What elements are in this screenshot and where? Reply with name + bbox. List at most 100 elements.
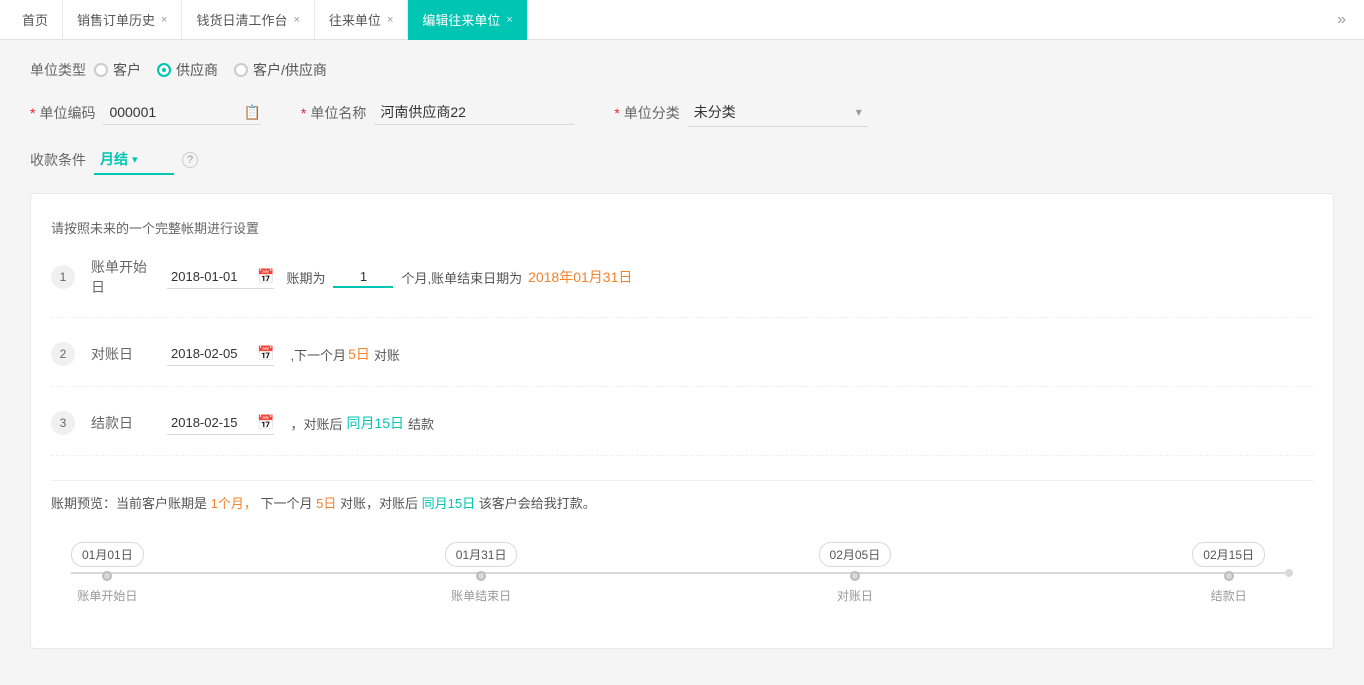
tab-edit-partner[interactable]: 编辑往来单位 × bbox=[408, 0, 527, 40]
period-row-3: 3 结款日 📅 ，对账后 同月15日 结款 bbox=[51, 411, 1313, 456]
timeline-node-1-date: 01月01日 bbox=[71, 542, 144, 567]
unit-code-input[interactable]: 000001 bbox=[103, 100, 243, 124]
tabs-expand-button[interactable]: » bbox=[1327, 11, 1356, 29]
preview-part3-prefix: 对账，对账后 bbox=[340, 496, 418, 511]
payment-terms-select[interactable]: 月结 ▾ bbox=[94, 145, 174, 175]
period-reconcile-highlight: 5日 bbox=[348, 344, 370, 364]
tab-edit-partner-label: 编辑往来单位 bbox=[422, 10, 500, 29]
tab-home[interactable]: 首页 bbox=[8, 0, 63, 40]
timeline-node-1-dot bbox=[102, 571, 112, 581]
tab-partner-units-label: 往来单位 bbox=[329, 10, 381, 29]
settings-panel: 请按照未来的一个完整帐期进行设置 1 账单开始日 📅 账期为 个月,账单结束日期… bbox=[30, 193, 1334, 649]
calendar-icon-2[interactable]: 📅 bbox=[257, 345, 274, 362]
tab-cash-reconciliation-label: 钱货日清工作台 bbox=[196, 10, 287, 29]
preview-part2-prefix: 下一个月 bbox=[261, 496, 313, 511]
timeline-wrap: 01月01日 账单开始日 01月31日 账单结束日 02月05日 对账日 bbox=[51, 532, 1313, 624]
period-end-date-highlight: 2018年01月31日 bbox=[528, 267, 632, 287]
payment-terms-field: 收款条件 月结 ▾ ? bbox=[30, 145, 198, 175]
payment-terms-arrow-icon: ▾ bbox=[132, 153, 138, 166]
preview-part1: 1个月， bbox=[211, 496, 257, 511]
date-input-2[interactable] bbox=[167, 342, 257, 365]
unit-name-field: * 单位名称 bbox=[301, 100, 574, 125]
timeline-spacer-3 bbox=[891, 572, 1192, 574]
unit-type-field: 单位类型 客户 供应商 客户/供应商 bbox=[30, 60, 327, 80]
period-num-3: 3 bbox=[51, 411, 75, 435]
tab-sales-history-label: 销售订单历史 bbox=[77, 10, 155, 29]
unit-code-copy-icon[interactable]: 📋 bbox=[243, 104, 260, 121]
timeline-node-2: 01月31日 账单结束日 bbox=[445, 542, 518, 604]
period-payment-highlight: 同月15日 bbox=[346, 413, 404, 433]
unit-code-field: * 单位编码 000001 📋 bbox=[30, 100, 261, 125]
radio-customer-circle bbox=[94, 63, 108, 77]
period-num-1: 1 bbox=[51, 265, 75, 289]
payment-terms-help-icon[interactable]: ? bbox=[182, 152, 198, 168]
preview-prefix: 账期预览：当前客户账期是 bbox=[51, 496, 207, 511]
timeline-node-1: 01月01日 账单开始日 bbox=[71, 542, 144, 604]
tab-partner-units[interactable]: 往来单位 × bbox=[315, 0, 408, 40]
unit-name-input[interactable] bbox=[374, 100, 574, 125]
date-input-3[interactable] bbox=[167, 411, 257, 434]
period-num-2: 2 bbox=[51, 342, 75, 366]
unit-category-label: 单位分类 bbox=[624, 103, 680, 123]
timeline-node-2-dot bbox=[476, 571, 486, 581]
radio-customer-label: 客户 bbox=[113, 60, 141, 80]
period-suffix-3b: 结款 bbox=[408, 414, 434, 433]
date-input-wrap-3: 📅 bbox=[167, 411, 274, 435]
unit-category-arrow-icon: ▾ bbox=[856, 105, 862, 119]
unit-category-value: 未分类 bbox=[694, 102, 856, 122]
tab-partner-units-close[interactable]: × bbox=[387, 14, 393, 26]
timeline-node-4-date: 02月15日 bbox=[1192, 542, 1265, 567]
period-suffix-1b: 个月,账单结束日期为 bbox=[401, 268, 522, 287]
timeline-node-2-date: 01月31日 bbox=[445, 542, 518, 567]
timeline-node-3-label: 对账日 bbox=[837, 587, 873, 604]
period-label-2: 对账日 bbox=[91, 344, 151, 364]
unit-code-star: * bbox=[30, 105, 35, 121]
unit-type-label: 单位类型 bbox=[30, 60, 86, 80]
unit-category-select[interactable]: 未分类 ▾ bbox=[688, 98, 868, 127]
preview-part2-highlight: 5日 bbox=[316, 496, 336, 511]
tab-edit-partner-close[interactable]: × bbox=[506, 14, 512, 26]
unit-code-label: 单位编码 bbox=[39, 103, 95, 123]
tab-cash-reconciliation[interactable]: 钱货日清工作台 × bbox=[182, 0, 314, 40]
unit-type-row: 单位类型 客户 供应商 客户/供应商 bbox=[30, 60, 1334, 80]
timeline-node-3-dot bbox=[850, 571, 860, 581]
period-suffix-2b: 对账 bbox=[374, 345, 400, 364]
radio-supplier-label: 供应商 bbox=[176, 60, 218, 80]
preview-part3-highlight: 同月15日 bbox=[422, 496, 475, 511]
radio-supplier-circle bbox=[157, 63, 171, 77]
timeline-node-4: 02月15日 结款日 bbox=[1192, 542, 1265, 604]
radio-supplier[interactable]: 供应商 bbox=[157, 60, 218, 80]
timeline-tail bbox=[1265, 572, 1285, 574]
radio-customer[interactable]: 客户 bbox=[94, 60, 141, 80]
calendar-icon-3[interactable]: 📅 bbox=[257, 414, 274, 431]
period-months-input[interactable] bbox=[333, 267, 393, 288]
unit-category-star: * bbox=[614, 105, 619, 121]
timeline-node-3: 02月05日 对账日 bbox=[819, 542, 892, 604]
tabs-bar: 首页 销售订单历史 × 钱货日清工作台 × 往来单位 × 编辑往来单位 × » bbox=[0, 0, 1364, 40]
timeline-node-3-date: 02月05日 bbox=[819, 542, 892, 567]
period-row-1: 1 账单开始日 📅 账期为 个月,账单结束日期为 2018年01月31日 bbox=[51, 257, 1313, 318]
main-content: 单位类型 客户 供应商 客户/供应商 * 单位编码 bbox=[0, 40, 1364, 685]
unit-category-field: * 单位分类 未分类 ▾ bbox=[614, 98, 867, 127]
payment-terms-label: 收款条件 bbox=[30, 150, 86, 170]
timeline-spacer-2 bbox=[517, 572, 818, 574]
radio-both[interactable]: 客户/供应商 bbox=[234, 60, 327, 80]
preview-text: 账期预览：当前客户账期是 1个月， 下一个月 5日 对账，对账后 同月15日 该… bbox=[51, 480, 1313, 532]
period-suffix-2a: ,下一个月 bbox=[290, 345, 346, 364]
radio-both-circle bbox=[234, 63, 248, 77]
date-input-1[interactable] bbox=[167, 265, 257, 288]
tab-sales-history[interactable]: 销售订单历史 × bbox=[63, 0, 182, 40]
panel-title: 请按照未来的一个完整帐期进行设置 bbox=[51, 218, 1313, 237]
tab-cash-reconciliation-close[interactable]: × bbox=[293, 14, 299, 26]
period-suffix-1a: 账期为 bbox=[286, 268, 325, 287]
tab-sales-history-close[interactable]: × bbox=[161, 14, 167, 26]
unit-name-label: 单位名称 bbox=[310, 103, 366, 123]
timeline-node-1-label: 账单开始日 bbox=[77, 587, 137, 604]
calendar-icon-1[interactable]: 📅 bbox=[257, 268, 274, 285]
payment-terms-row: 收款条件 月结 ▾ ? bbox=[30, 145, 1334, 175]
period-row-2: 2 对账日 📅 ,下一个月 5日 对账 bbox=[51, 342, 1313, 387]
timeline: 01月01日 账单开始日 01月31日 账单结束日 02月05日 对账日 bbox=[51, 542, 1313, 604]
timeline-end-dot bbox=[1285, 569, 1293, 577]
period-label-3: 结款日 bbox=[91, 413, 151, 433]
timeline-node-4-label: 结款日 bbox=[1211, 587, 1247, 604]
